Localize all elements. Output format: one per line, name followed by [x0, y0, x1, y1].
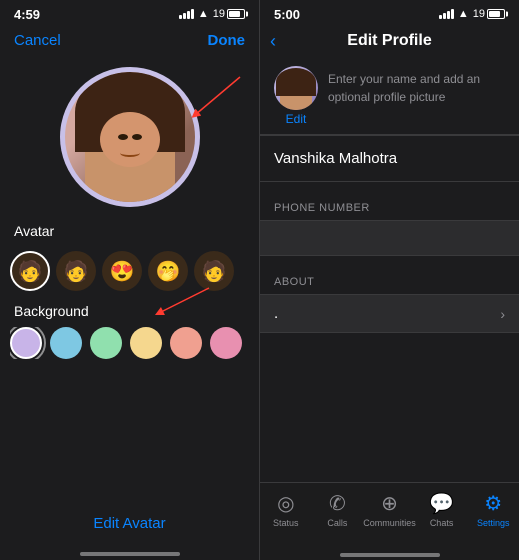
cancel-button[interactable]: Cancel — [14, 32, 61, 49]
avatar-option-1[interactable]: 🧑 — [10, 251, 50, 291]
about-value: . — [274, 305, 278, 322]
color-row — [10, 327, 249, 359]
signal-icon — [179, 9, 194, 19]
tab-bar: ◎ Status ✆ Calls ⊕ Communities 💬 Chats ⚙… — [260, 482, 519, 552]
profile-edit-row: Edit Enter your name and add an optional… — [260, 58, 519, 135]
avatar-options-section: Avatar 🧑 🧑 😍 ❤ 🤭 🧑 — [0, 223, 259, 303]
tab-chats[interactable]: 💬 Chats — [416, 489, 468, 528]
avatar-option-4[interactable]: 🤭 — [148, 251, 188, 291]
status-bar-left: 4:59 ▲ 19 — [0, 0, 259, 28]
tab-status[interactable]: ◎ Status — [260, 489, 312, 528]
edit-avatar-section: Edit Avatar — [0, 499, 259, 552]
color-option-purple[interactable] — [10, 327, 42, 359]
left-panel: 4:59 ▲ 19 Cancel Done — [0, 0, 259, 560]
avatar-option-5[interactable]: 🧑 — [194, 251, 234, 291]
color-option-yellow[interactable] — [130, 327, 162, 359]
profile-hint-text: Enter your name and add an optional prof… — [328, 72, 480, 104]
phone-number-value — [274, 231, 394, 245]
wifi-icon-right: ▲ — [458, 8, 469, 20]
avatar-option-2[interactable]: 🧑 — [56, 251, 96, 291]
time-left: 4:59 — [14, 7, 40, 22]
top-nav-left: Cancel Done — [0, 28, 259, 57]
page-title: Edit Profile — [347, 32, 431, 50]
about-section: ABOUT . › — [260, 272, 519, 333]
avatar-display-section — [0, 57, 259, 223]
color-option-green[interactable] — [90, 327, 122, 359]
home-indicator-left — [0, 552, 259, 560]
phone-number-field[interactable] — [260, 220, 519, 256]
battery-icon — [227, 9, 245, 19]
status-icon: ◎ — [277, 491, 294, 516]
battery-icon-right — [487, 9, 505, 19]
status-icons-left: ▲ 19 — [179, 8, 245, 20]
name-input[interactable] — [274, 146, 505, 171]
phone-number-section: PHONE NUMBER — [260, 198, 519, 256]
status-icons-right: ▲ 19 — [439, 8, 505, 20]
avatar-section-label: Avatar — [10, 223, 249, 239]
profile-picture[interactable] — [274, 66, 318, 110]
calls-icon: ✆ — [329, 491, 346, 516]
settings-tab-label: Settings — [477, 518, 510, 528]
avatar-row: 🧑 🧑 😍 ❤ 🤭 🧑 — [10, 247, 249, 295]
avatar-circle — [60, 67, 200, 207]
color-option-blue[interactable] — [50, 327, 82, 359]
done-button[interactable]: Done — [208, 32, 246, 49]
battery-left: 19 — [213, 8, 245, 20]
edit-photo-button[interactable]: Edit — [286, 112, 307, 126]
settings-icon: ⚙ — [484, 491, 502, 516]
communities-tab-label: Communities — [363, 518, 416, 528]
background-label: Background — [10, 303, 249, 319]
color-option-pink[interactable] — [210, 327, 242, 359]
battery-right: 19 — [473, 8, 505, 20]
wifi-icon: ▲ — [198, 8, 209, 20]
time-right: 5:00 — [274, 7, 300, 22]
memoji-display — [65, 72, 195, 202]
name-section — [260, 135, 519, 182]
home-indicator-right — [260, 552, 519, 560]
color-option-salmon[interactable] — [170, 327, 202, 359]
top-nav-right: ‹ Edit Profile — [260, 28, 519, 58]
phone-number-label: PHONE NUMBER — [274, 202, 370, 214]
edit-avatar-button[interactable]: Edit Avatar — [93, 515, 165, 532]
tab-communities[interactable]: ⊕ Communities — [363, 489, 416, 528]
chats-icon: 💬 — [429, 491, 454, 516]
back-button[interactable]: ‹ — [270, 31, 276, 52]
tab-calls[interactable]: ✆ Calls — [312, 489, 364, 528]
profile-hint-container: Enter your name and add an optional prof… — [328, 66, 505, 106]
status-tab-label: Status — [273, 518, 299, 528]
profile-thumb-container: Edit — [274, 66, 318, 126]
avatar-option-3[interactable]: 😍 ❤ — [102, 251, 142, 291]
signal-icon-right — [439, 9, 454, 19]
chats-tab-label: Chats — [430, 518, 454, 528]
right-panel: 5:00 ▲ 19 ‹ Edit Profile — [259, 0, 519, 560]
about-chevron-icon: › — [500, 306, 505, 322]
communities-icon: ⊕ — [381, 491, 398, 516]
about-label: ABOUT — [274, 276, 314, 288]
calls-tab-label: Calls — [327, 518, 347, 528]
about-field[interactable]: . › — [260, 294, 519, 333]
tab-settings[interactable]: ⚙ Settings — [467, 489, 519, 528]
status-bar-right: 5:00 ▲ 19 — [260, 0, 519, 28]
background-section: Background — [0, 303, 259, 371]
